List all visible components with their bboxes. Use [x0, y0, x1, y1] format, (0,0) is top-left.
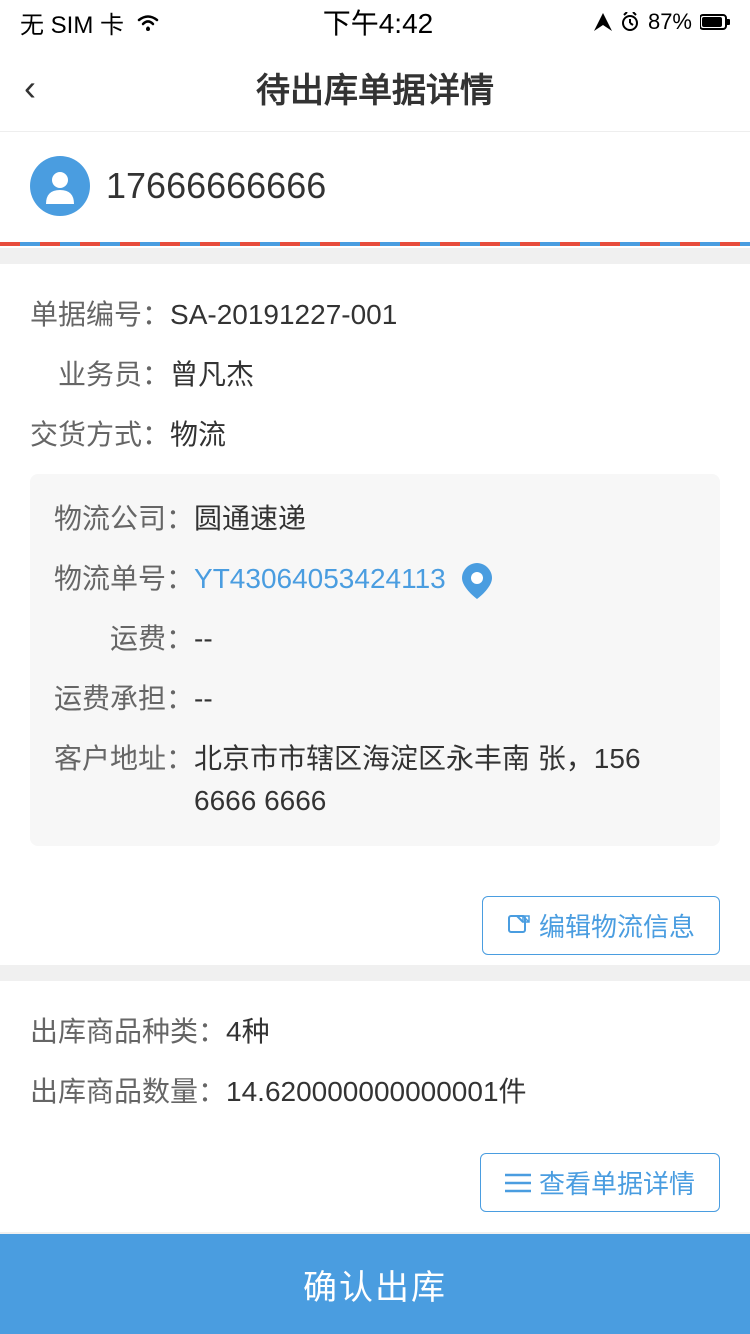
order-info-section: 单据编号： SA-20191227-001 业务员： 曾凡杰 交货方式： 物流 …: [0, 264, 750, 876]
freight-label: 运费：: [54, 618, 194, 660]
view-details-button[interactable]: 查看单据详情: [480, 1153, 720, 1212]
goods-section: 出库商品种类： 4种 出库商品数量： 14.620000000000001件: [0, 981, 750, 1133]
delivery-label: 交货方式：: [30, 414, 170, 456]
logistics-company-value: 圆通速递: [194, 498, 696, 540]
confirm-button-label: 确认出库: [303, 1260, 447, 1309]
goods-type-row: 出库商品种类： 4种: [30, 1011, 720, 1053]
list-icon: [505, 1172, 531, 1194]
location-pin-icon[interactable]: [462, 563, 492, 599]
agent-row: 业务员： 曾凡杰: [30, 354, 720, 396]
wifi-icon: [134, 12, 162, 32]
goods-type-value: 4种: [226, 1011, 720, 1053]
freight-row: 运费： --: [54, 618, 696, 660]
freight-value: --: [194, 618, 696, 660]
logistics-company-label: 物流公司：: [54, 498, 194, 540]
customer-phone: 17666666666: [106, 165, 326, 207]
order-no-value: SA-20191227-001: [170, 294, 720, 336]
back-button[interactable]: ‹: [24, 67, 36, 109]
status-bar: 无 SIM 卡 下午4:42 87%: [0, 0, 750, 44]
order-no-row: 单据编号： SA-20191227-001: [30, 294, 720, 336]
avatar: [30, 156, 90, 216]
confirm-button[interactable]: 确认出库: [0, 1234, 750, 1334]
edit-logistics-area: 编辑物流信息: [0, 876, 750, 965]
alarm-icon: [620, 12, 640, 32]
tracking-label: 物流单号：: [54, 558, 194, 600]
battery-text: 87%: [648, 9, 692, 35]
goods-quantity-value: 14.620000000000001件: [226, 1071, 720, 1113]
freight-bearer-label: 运费承担：: [54, 678, 194, 720]
address-value: 北京市市辖区海淀区永丰南 张，156 6666 6666: [194, 738, 696, 822]
address-row: 客户地址： 北京市市辖区海淀区永丰南 张，156 6666 6666: [54, 738, 696, 822]
goods-quantity-row: 出库商品数量： 14.620000000000001件: [30, 1071, 720, 1113]
edit-logistics-label: 编辑物流信息: [539, 907, 695, 944]
delivery-row: 交货方式： 物流: [30, 414, 720, 456]
section-divider: [0, 965, 750, 981]
goods-type-label: 出库商品种类：: [30, 1011, 226, 1053]
page-title: 待出库单据详情: [256, 63, 494, 112]
edit-icon: [507, 914, 531, 938]
status-time: 下午4:42: [323, 2, 434, 42]
edit-logistics-button[interactable]: 编辑物流信息: [482, 896, 720, 955]
logistics-company-row: 物流公司： 圆通速递: [54, 498, 696, 540]
sim-text: 无 SIM 卡: [20, 5, 124, 40]
tracking-row: 物流单号： YT43064053424113: [54, 558, 696, 600]
order-no-label: 单据编号：: [30, 294, 170, 336]
freight-bearer-value: --: [194, 678, 696, 720]
logistics-card: 物流公司： 圆通速递 物流单号： YT43064053424113 运费： --…: [30, 474, 720, 846]
dashed-divider: [0, 240, 750, 248]
status-right: 87%: [594, 9, 730, 35]
goods-quantity-label: 出库商品数量：: [30, 1071, 226, 1113]
agent-value: 曾凡杰: [170, 354, 720, 396]
status-left: 无 SIM 卡: [20, 5, 162, 40]
tracking-value: YT43064053424113: [194, 558, 696, 600]
freight-bearer-row: 运费承担： --: [54, 678, 696, 720]
location-arrow-icon: [594, 13, 612, 31]
customer-header: 17666666666: [0, 132, 750, 240]
view-details-label: 查看单据详情: [539, 1164, 695, 1201]
view-details-area: 查看单据详情: [0, 1133, 750, 1232]
address-label: 客户地址：: [54, 738, 194, 780]
person-icon: [42, 168, 78, 204]
nav-bar: ‹ 待出库单据详情: [0, 44, 750, 132]
agent-label: 业务员：: [30, 354, 170, 396]
battery-icon: [700, 14, 730, 30]
delivery-value: 物流: [170, 414, 720, 456]
